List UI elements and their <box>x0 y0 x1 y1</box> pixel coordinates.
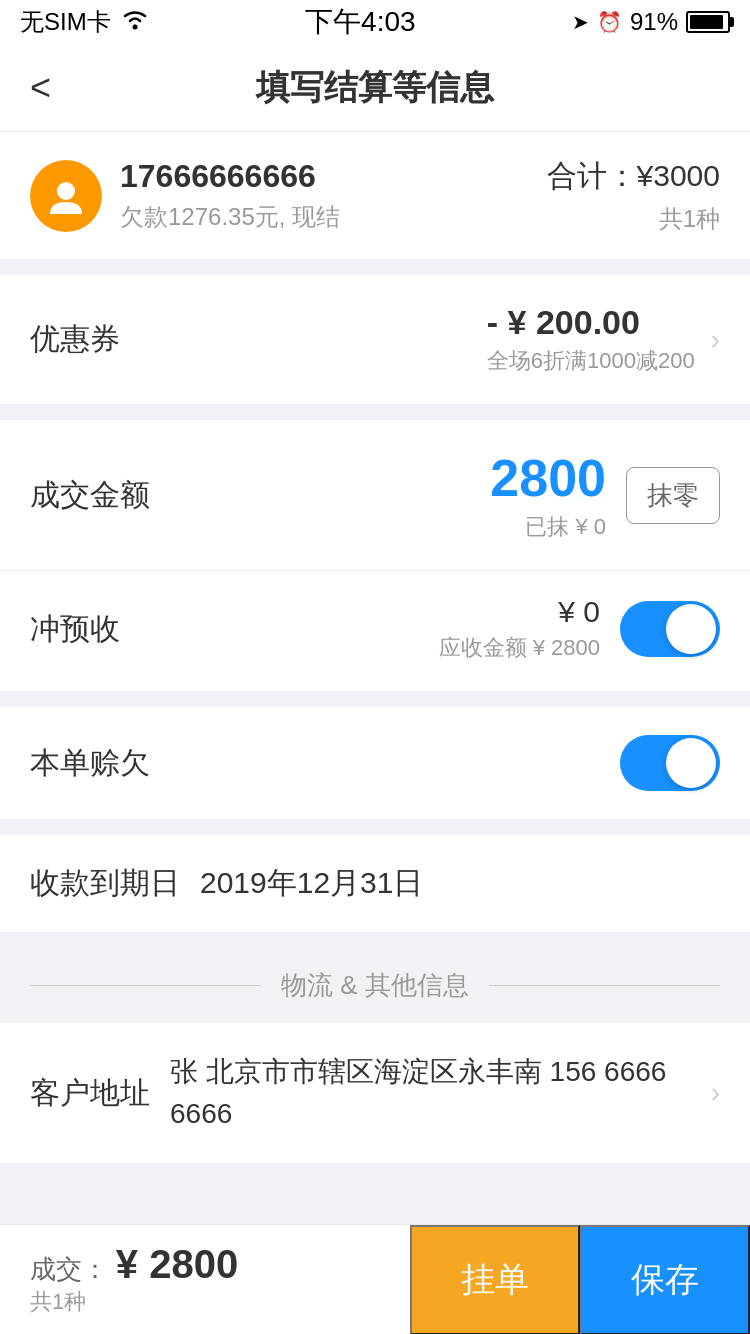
coupon-section: 优惠券 - ¥ 200.00 全场6折满1000减200 › <box>0 275 750 404</box>
transaction-amount-row: 成交金额 2800 已抹 ¥ 0 抹零 <box>0 420 750 570</box>
debt-toggle[interactable] <box>620 735 720 791</box>
transaction-sub: 已抹 ¥ 0 <box>490 512 606 542</box>
transaction-right: 2800 已抹 ¥ 0 抹零 <box>490 448 720 542</box>
status-left: 无SIM卡 <box>20 6 149 38</box>
bottom-transaction-label: 成交： <box>30 1254 108 1284</box>
nav-bar: < 填写结算等信息 <box>0 44 750 132</box>
alarm-icon: ⏰ <box>597 10 622 34</box>
bottom-count: 共1种 <box>30 1287 380 1317</box>
debt-label: 本单赊欠 <box>30 743 150 784</box>
transaction-value: 2800 <box>490 448 606 508</box>
debt-section: 本单赊欠 <box>0 707 750 819</box>
coupon-amount: - ¥ 200.00 <box>487 303 695 342</box>
page-title: 填写结算等信息 <box>256 65 494 111</box>
precollect-sub: 应收金额 ¥ 2800 <box>439 633 600 663</box>
due-date-label: 收款到期日 <box>30 863 180 904</box>
divider-line-right <box>489 985 720 986</box>
coupon-row[interactable]: 优惠券 - ¥ 200.00 全场6折满1000减200 › <box>0 275 750 404</box>
bottom-bar: 成交： ¥ 2800 共1种 挂单 保存 <box>0 1224 750 1334</box>
svg-point-1 <box>57 182 75 200</box>
logistics-divider: 物流 & 其他信息 <box>0 948 750 1023</box>
total-amount: 合计：¥3000 <box>547 156 720 197</box>
bottom-amount: ¥ 2800 <box>116 1242 238 1286</box>
logistics-label: 物流 & 其他信息 <box>281 968 469 1003</box>
precollect-row: 冲预收 ¥ 0 应收金额 ¥ 2800 <box>0 570 750 691</box>
avatar <box>30 160 102 232</box>
content: 17666666666 欠款1276.35元, 现结 合计：¥3000 共1种 … <box>0 132 750 1299</box>
location-icon: ➤ <box>572 10 589 34</box>
coupon-label: 优惠券 <box>30 319 120 360</box>
due-date-section: 收款到期日 2019年12月31日 <box>0 835 750 932</box>
battery-percent: 91% <box>630 8 678 36</box>
bottom-transaction-row: 成交： ¥ 2800 <box>30 1242 380 1287</box>
back-button[interactable]: < <box>30 67 51 109</box>
precollect-amounts: ¥ 0 应收金额 ¥ 2800 <box>439 595 600 663</box>
address-section[interactable]: 客户地址 张 北京市市辖区海淀区永丰南 156 6666 6666 › <box>0 1023 750 1163</box>
save-button[interactable]: 保存 <box>580 1225 750 1335</box>
debt-toggle-knob <box>666 738 716 788</box>
chevron-right-icon: › <box>711 324 720 356</box>
carrier-text: 无SIM卡 <box>20 6 111 38</box>
address-value: 张 北京市市辖区海淀区永丰南 156 6666 6666 <box>170 1051 701 1135</box>
transaction-section: 成交金额 2800 已抹 ¥ 0 抹零 冲预收 ¥ 0 应收金额 ¥ 2800 <box>0 420 750 691</box>
customer-note: 欠款1276.35元, 现结 <box>120 201 340 233</box>
battery-icon <box>686 11 730 33</box>
total-count: 共1种 <box>547 203 720 235</box>
due-date-value: 2019年12月31日 <box>200 863 423 904</box>
precollect-main: ¥ 0 <box>439 595 600 629</box>
customer-right: 合计：¥3000 共1种 <box>547 156 720 235</box>
bottom-info: 成交： ¥ 2800 共1种 <box>0 1242 410 1317</box>
divider-line-left <box>30 985 261 986</box>
coupon-right: - ¥ 200.00 全场6折满1000减200 › <box>487 303 720 376</box>
customer-card: 17666666666 欠款1276.35元, 现结 合计：¥3000 共1种 <box>0 132 750 259</box>
address-chevron-icon: › <box>711 1077 720 1109</box>
hold-button[interactable]: 挂单 <box>410 1225 580 1335</box>
address-label: 客户地址 <box>30 1073 150 1114</box>
precollect-toggle[interactable] <box>620 601 720 657</box>
precollect-label: 冲预收 <box>30 609 120 650</box>
status-time: 下午4:03 <box>305 3 416 41</box>
coupon-desc: 全场6折满1000减200 <box>487 346 695 376</box>
status-right: ➤ ⏰ 91% <box>572 8 730 36</box>
status-bar: 无SIM卡 下午4:03 ➤ ⏰ 91% <box>0 0 750 44</box>
customer-info: 17666666666 欠款1276.35元, 现结 <box>120 158 340 233</box>
customer-left: 17666666666 欠款1276.35元, 现结 <box>30 158 340 233</box>
customer-phone: 17666666666 <box>120 158 340 195</box>
round-button[interactable]: 抹零 <box>626 467 720 524</box>
toggle-knob <box>666 604 716 654</box>
precollect-right: ¥ 0 应收金额 ¥ 2800 <box>439 595 720 663</box>
amount-value-wrap: 2800 已抹 ¥ 0 <box>490 448 606 542</box>
transaction-label: 成交金额 <box>30 475 150 516</box>
wifi-icon <box>121 8 149 36</box>
svg-point-0 <box>132 25 137 30</box>
